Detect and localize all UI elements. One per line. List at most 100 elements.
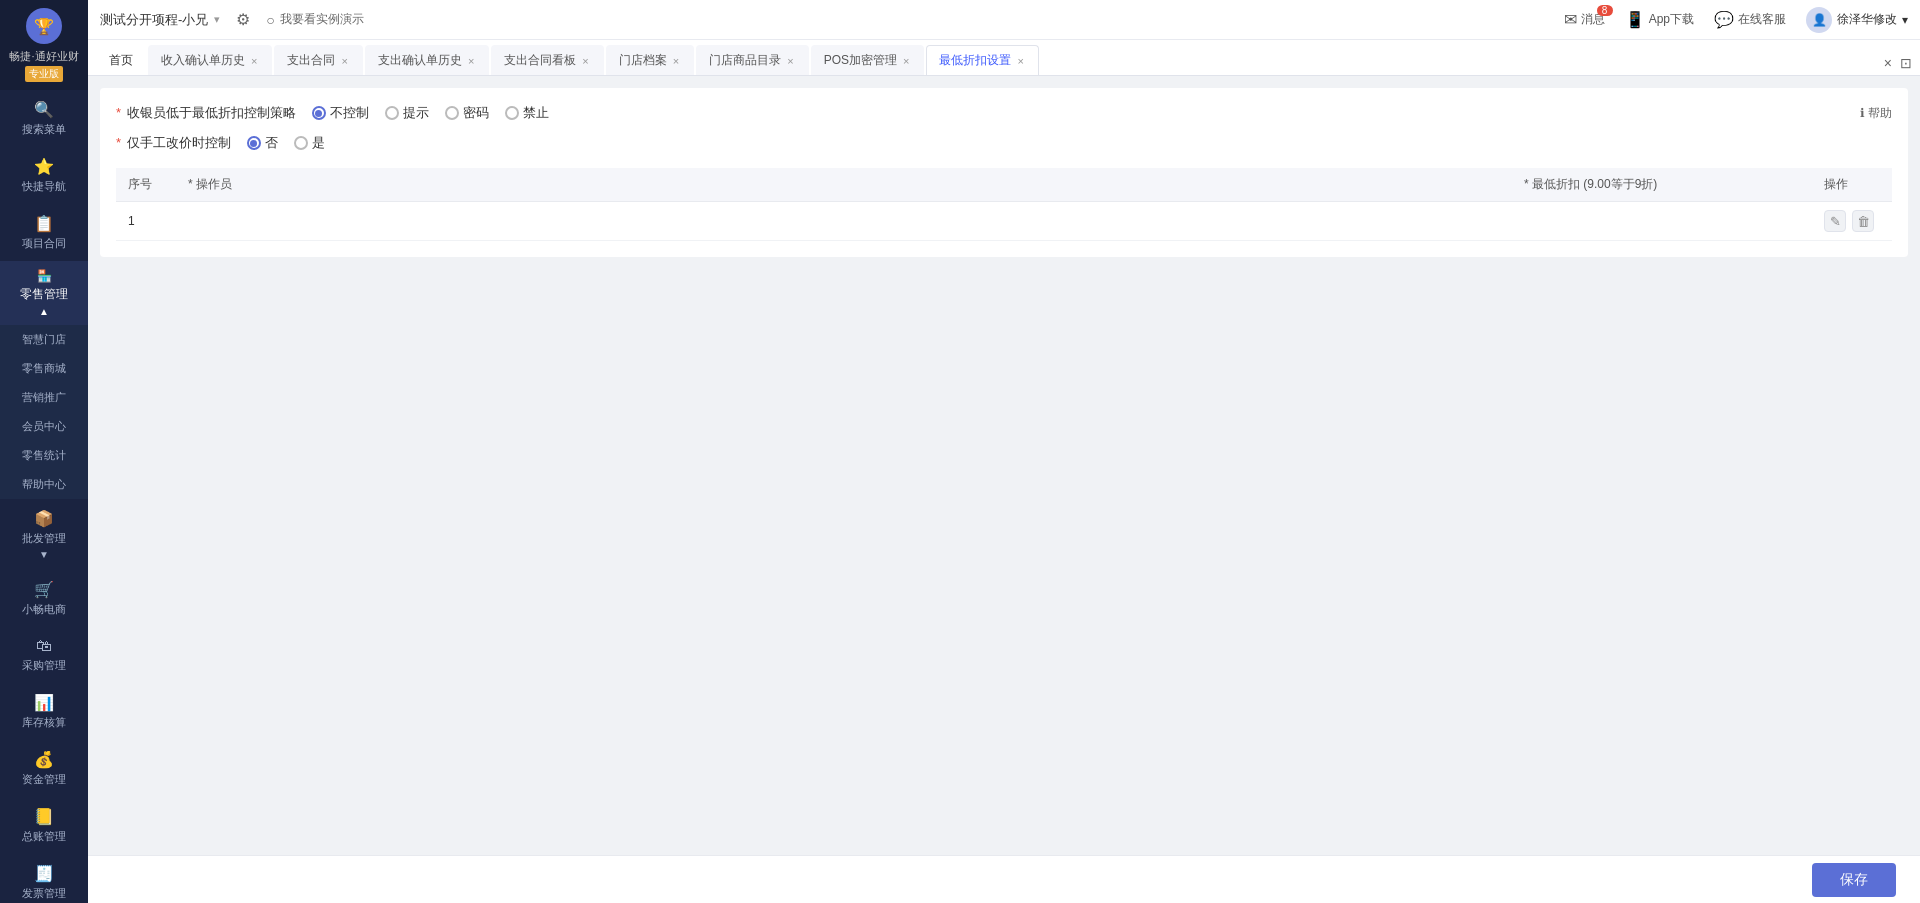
policy-radio-group: 不控制 提示 密码 禁止 [312,104,549,122]
tab-menu-action[interactable]: ⊡ [1900,55,1912,71]
tab-min-discount[interactable]: 最低折扣设置 × [926,45,1038,75]
sidebar-item-wholesale[interactable]: 📦 批发管理 ▼ [0,499,88,570]
save-button[interactable]: 保存 [1812,863,1896,897]
settings-card: * 收银员低于最低折扣控制策略 不控制 提示 [100,88,1908,257]
row-action-buttons: ✎ 🗑 [1824,210,1880,232]
cell-operator[interactable] [176,202,1512,241]
tab-store-archive[interactable]: 门店档案 × [606,45,694,75]
sidebar-item-project[interactable]: 📋 项目合同 [0,204,88,261]
tab-pos-password-close[interactable]: × [901,54,911,68]
manual-yes-radio[interactable] [294,136,308,150]
ecommerce-icon: 🛒 [34,580,54,599]
policy-no-control-radio[interactable] [312,106,326,120]
invoice-icon: 🧾 [34,864,54,883]
sidebar-item-retail-stat[interactable]: 零售统计 [0,441,88,470]
service-button[interactable]: 💬 在线客服 [1714,10,1786,29]
sidebar-item-ledger[interactable]: 📒 总账管理 [0,797,88,854]
tab-contract[interactable]: 支出合同 × [274,45,362,75]
tab-home[interactable]: 首页 [96,45,146,75]
help-button[interactable]: ℹ 帮助 [1860,105,1892,122]
tab-income-history-close[interactable]: × [249,54,259,68]
sidebar-item-project-label: 项目合同 [22,236,66,251]
col-seq-header: 序号 [116,168,176,202]
topbar-gear-icon: ⚙ [236,11,250,28]
sidebar-item-ecommerce[interactable]: 🛒 小畅电商 [0,570,88,627]
tab-contract-board[interactable]: 支出合同看板 × [491,45,603,75]
policy-no-control-option[interactable]: 不控制 [312,104,369,122]
sidebar-item-invoice[interactable]: 🧾 发票管理 [0,854,88,903]
tab-income-history[interactable]: 收入确认单历史 × [148,45,272,75]
cell-seq: 1 [116,202,176,241]
tab-store-catalog-close[interactable]: × [785,54,795,68]
sidebar-item-online-store[interactable]: 零售商城 [0,354,88,383]
manual-yes-option[interactable]: 是 [294,134,325,152]
delete-row-button[interactable]: 🗑 [1852,210,1874,232]
tab-contract-board-close[interactable]: × [580,54,590,68]
manual-yes-label: 是 [312,134,325,152]
tab-contract-close[interactable]: × [339,54,349,68]
sidebar-item-smart-store[interactable]: 智慧门店 [0,325,88,354]
user-menu[interactable]: 👤 徐泽华修改 ▾ [1806,7,1908,33]
tab-pos-password[interactable]: POS加密管理 × [811,45,925,75]
sidebar-item-shortcut[interactable]: ⭐ 快捷导航 [0,147,88,204]
col-discount-header: * 最低折扣 (9.00等于9折) [1512,168,1812,202]
policy-password-radio[interactable] [445,106,459,120]
sidebar-item-shortcut-label: 快捷导航 [22,179,66,194]
policy-forbidden-radio[interactable] [505,106,519,120]
policy-forbidden-option[interactable]: 禁止 [505,104,549,122]
tab-payment-history[interactable]: 支出确认单历史 × [365,45,489,75]
tab-pos-password-label: POS加密管理 [824,52,897,69]
cell-action: ✎ 🗑 [1812,202,1892,241]
demo-link[interactable]: ○ 我要看实例演示 [266,11,363,28]
policy-password-option[interactable]: 密码 [445,104,489,122]
tab-store-archive-label: 门店档案 [619,52,667,69]
sidebar-item-retail-label: 零售管理 [20,286,68,303]
topbar-settings-button[interactable]: ⚙ [236,10,250,29]
sidebar-item-retail[interactable]: 🏪 零售管理 ▲ [0,261,88,325]
discount-table: 序号 * 操作员 * 最低折扣 (9.00等于9折) 操作 [116,168,1892,241]
edition-badge: 专业版 [25,66,63,82]
sidebar-item-inventory-label: 库存核算 [22,715,66,730]
sidebar-item-purchase[interactable]: 🛍 采购管理 [0,627,88,683]
manual-no-option[interactable]: 否 [247,134,278,152]
tab-store-catalog[interactable]: 门店商品目录 × [696,45,808,75]
sidebar-item-purchase-label: 采购管理 [22,658,66,673]
sidebar-item-help[interactable]: 帮助中心 [0,470,88,499]
tab-store-archive-close[interactable]: × [671,54,681,68]
manual-label-text: 仅手工改价时控制 [127,135,231,150]
service-icon: 💬 [1714,10,1734,29]
edit-row-button[interactable]: ✎ [1824,210,1846,232]
tabbar-actions: × ⊡ [1884,55,1912,75]
policy-password-label: 密码 [463,104,489,122]
policy-tip-option[interactable]: 提示 [385,104,429,122]
ledger-icon: 📒 [34,807,54,826]
sidebar-item-member[interactable]: 会员中心 [0,412,88,441]
policy-no-control-label: 不控制 [330,104,369,122]
manual-required-star: * [116,135,121,150]
project-name: 测试分开项程-小兄 [100,11,208,29]
user-dropdown-icon: ▾ [1902,13,1908,27]
col-action-header: 操作 [1812,168,1892,202]
manual-no-label: 否 [265,134,278,152]
cell-discount[interactable] [1512,202,1812,241]
form-section: * 收银员低于最低折扣控制策略 不控制 提示 [116,104,1892,152]
tab-min-discount-close[interactable]: × [1015,54,1025,68]
policy-tip-radio[interactable] [385,106,399,120]
sidebar-item-inventory[interactable]: 📊 库存核算 [0,683,88,740]
tab-close-action[interactable]: × [1884,55,1892,71]
sidebar-item-finance[interactable]: 💰 资金管理 [0,740,88,797]
sidebar-item-search[interactable]: 🔍 搜索菜单 [0,90,88,147]
app-icon: 📱 [1625,10,1645,29]
tab-payment-history-close[interactable]: × [466,54,476,68]
app-download-button[interactable]: 📱 App下载 [1625,10,1694,29]
project-selector[interactable]: 测试分开项程-小兄 ▾ [100,11,220,29]
sidebar-item-help-label: 帮助中心 [22,477,66,492]
message-button[interactable]: ✉ 消息 8 [1564,10,1605,29]
sidebar-item-marketing[interactable]: 营销推广 [0,383,88,412]
bottom-bar: 保存 [88,855,1920,903]
inventory-icon: 📊 [34,693,54,712]
manual-no-radio[interactable] [247,136,261,150]
tab-income-history-label: 收入确认单历史 [161,52,245,69]
project-dropdown-icon: ▾ [214,13,220,26]
content-area: * 收银员低于最低折扣控制策略 不控制 提示 [88,76,1920,855]
